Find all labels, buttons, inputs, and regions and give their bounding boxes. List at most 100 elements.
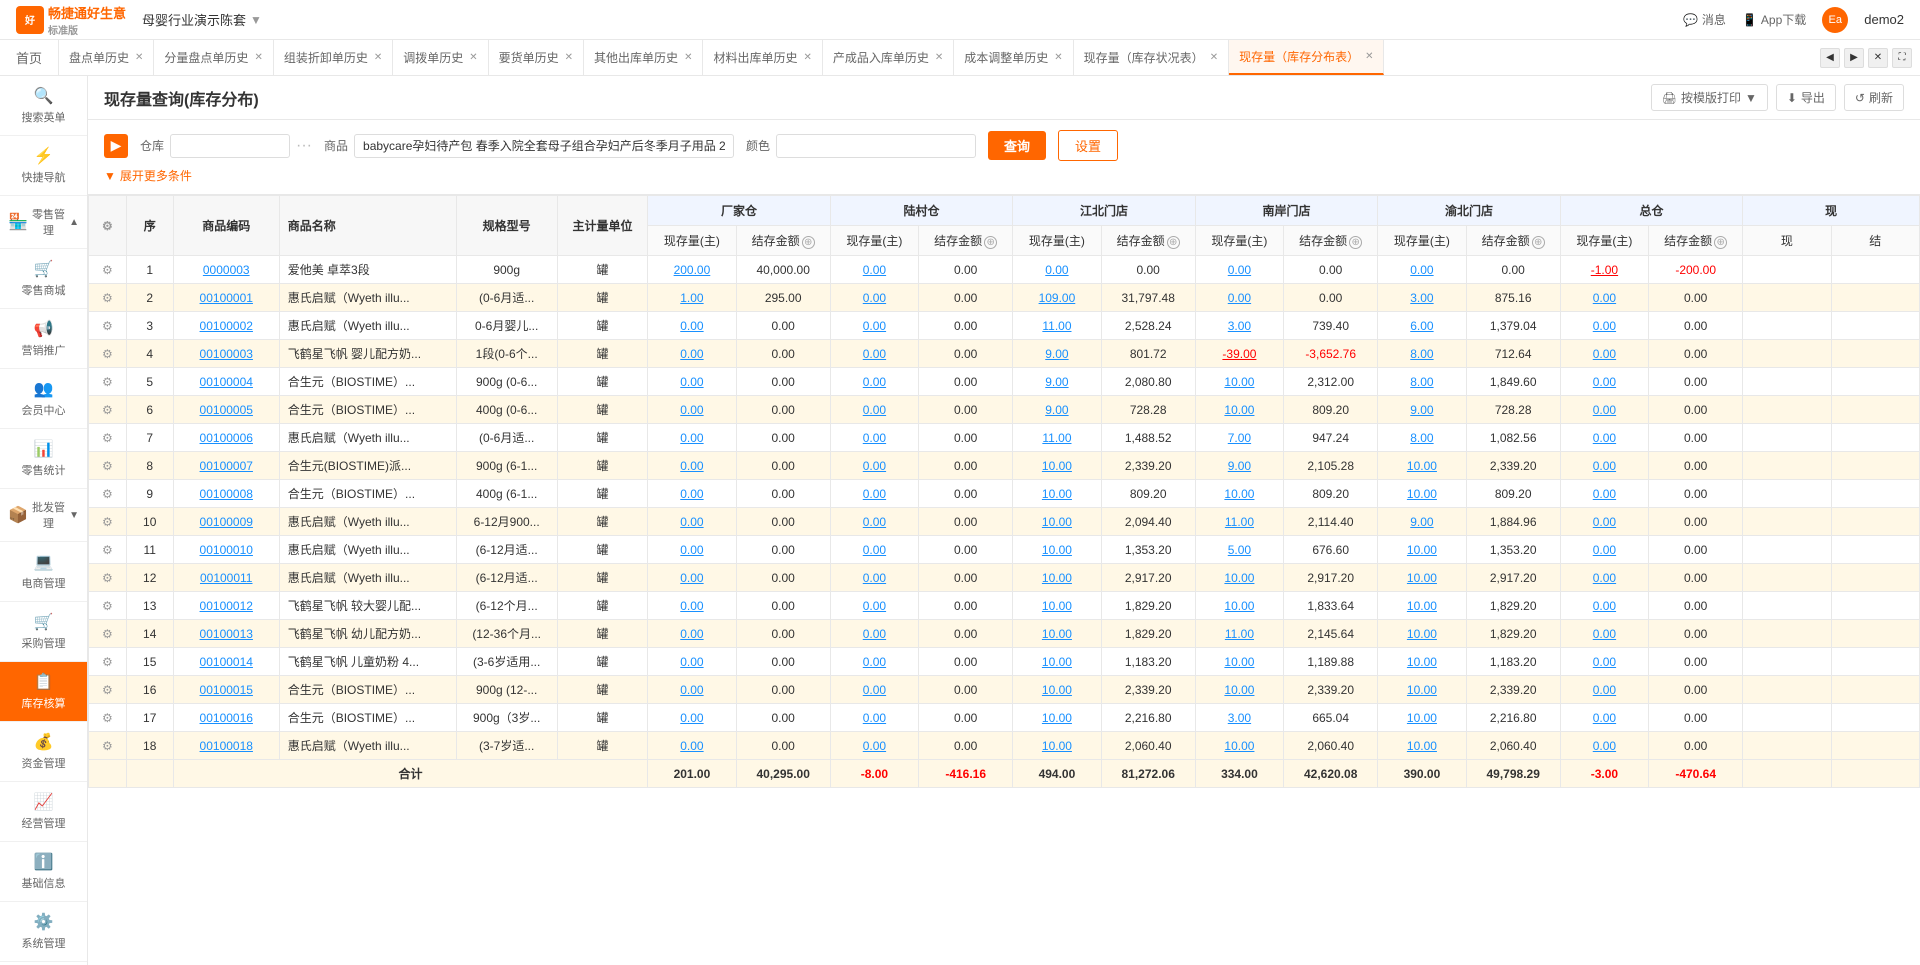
sidebar-item-ecom[interactable]: 💻 电商管理 (0, 542, 87, 602)
sidebar-item-marketing[interactable]: 📢 营销推广 (0, 309, 87, 369)
tab-prev-btn[interactable]: ◀ (1820, 48, 1840, 68)
row-gear-icon[interactable]: ⚙ (102, 711, 113, 725)
tab-expand-btn[interactable]: ⛶ (1892, 48, 1912, 68)
tab-close-icon[interactable]: ✕ (803, 52, 811, 63)
sidebar-item-basic[interactable]: ℹ️ 基础信息 (0, 842, 87, 902)
th-gear[interactable]: ⚙ (89, 196, 127, 256)
td-gear[interactable]: ⚙ (89, 704, 127, 732)
sidebar-item-nav[interactable]: ⚡ 快捷导航 (0, 136, 87, 196)
td-gear[interactable]: ⚙ (89, 256, 127, 284)
row-gear-icon[interactable]: ⚙ (102, 431, 113, 445)
dropdown-icon[interactable]: ▼ (250, 13, 262, 27)
td-gear[interactable]: ⚙ (89, 396, 127, 424)
sidebar-item-member[interactable]: 👥 会员中心 (0, 369, 87, 429)
table-container[interactable]: ⚙ 序 商品编码 商品名称 规格型号 主计量单位 厂家仓 陆村仓 江北门店 南岸… (88, 195, 1920, 965)
sidebar-item-retail-stats[interactable]: 📊 零售统计 (0, 429, 87, 489)
tab-close-all-btn[interactable]: ✕ (1868, 48, 1888, 68)
td-gear[interactable]: ⚙ (89, 368, 127, 396)
tab-close-icon[interactable]: ✕ (565, 52, 573, 63)
goods-input[interactable] (354, 134, 734, 158)
row-gear-icon[interactable]: ⚙ (102, 655, 113, 669)
td-gear[interactable]: ⚙ (89, 592, 127, 620)
tab-close-icon[interactable]: ✕ (1210, 52, 1218, 63)
tab-diaobo[interactable]: 调拨单历史 ✕ (393, 40, 488, 75)
sidebar-item-inventory[interactable]: 📋 库存核算 (0, 662, 87, 722)
tab-qitachu[interactable]: 其他出库单历史 ✕ (584, 40, 703, 75)
row-gear-icon[interactable]: ⚙ (102, 347, 113, 361)
row-gear-icon[interactable]: ⚙ (102, 627, 113, 641)
avatar[interactable]: Ea (1822, 7, 1848, 33)
print-btn[interactable]: 🖨 按模版打印 ▼ (1651, 84, 1768, 111)
tab-zuzhe[interactable]: 组装折卸单历史 ✕ (274, 40, 393, 75)
td-gear[interactable]: ⚙ (89, 284, 127, 312)
tab-xiancun1[interactable]: 现存量（库存状况表） ✕ (1074, 40, 1229, 75)
tab-cailiaochu[interactable]: 材料出库单历史 ✕ (703, 40, 822, 75)
row-gear-icon[interactable]: ⚙ (102, 599, 113, 613)
export-btn[interactable]: ⬇ 导出 (1776, 84, 1836, 111)
sidebar-item-retail-mgmt[interactable]: 🏪 零售管理 ▲ (0, 196, 87, 249)
row-gear-icon[interactable]: ⚙ (102, 459, 113, 473)
total-label: 合计 (173, 760, 648, 788)
sidebar-item-operation[interactable]: 📈 经营管理 (0, 782, 87, 842)
sidebar-item-search[interactable]: 🔍 搜索英单 (0, 76, 87, 136)
td-gear[interactable]: ⚙ (89, 508, 127, 536)
row-gear-icon[interactable]: ⚙ (102, 375, 113, 389)
td-gear[interactable]: ⚙ (89, 676, 127, 704)
tab-close-icon[interactable]: ✕ (684, 52, 692, 63)
tab-xiancun2[interactable]: 现存量（库存分布表） ✕ (1229, 40, 1384, 75)
row-gear-icon[interactable]: ⚙ (102, 739, 113, 753)
td-gear[interactable]: ⚙ (89, 648, 127, 676)
td-gear[interactable]: ⚙ (89, 620, 127, 648)
row-gear-icon[interactable]: ⚙ (102, 571, 113, 585)
tab-yaohuo[interactable]: 要货单历史 ✕ (489, 40, 584, 75)
row-gear-icon[interactable]: ⚙ (102, 683, 113, 697)
tab-chengben[interactable]: 成本调整单历史 ✕ (954, 40, 1073, 75)
td-gear[interactable]: ⚙ (89, 732, 127, 760)
td-gear[interactable]: ⚙ (89, 480, 127, 508)
tab-close-icon[interactable]: ✕ (1365, 51, 1373, 62)
refresh-btn[interactable]: ↺ 刷新 (1844, 84, 1904, 111)
filter-toggle-btn[interactable]: ▶ (104, 134, 128, 158)
expand-more-btn[interactable]: ▼ 展开更多条件 (104, 167, 1904, 184)
tab-close-icon[interactable]: ✕ (254, 52, 262, 63)
tab-next-btn[interactable]: ▶ (1844, 48, 1864, 68)
tab-close-icon[interactable]: ✕ (469, 52, 477, 63)
sidebar-item-purchase[interactable]: 🛒 采购管理 (0, 602, 87, 662)
tab-fenpan[interactable]: 分量盘点单历史 ✕ (154, 40, 273, 75)
gear-icon[interactable]: ⚙ (102, 219, 113, 233)
td-no: 15 (126, 648, 173, 676)
msg-btn[interactable]: 💬 消息 (1683, 11, 1726, 28)
td-gear[interactable]: ⚙ (89, 312, 127, 340)
td-gear[interactable]: ⚙ (89, 536, 127, 564)
td-f1-qty: 0.00 (648, 508, 736, 536)
sidebar-item-system[interactable]: ⚙️ 系统管理 (0, 902, 87, 962)
tab-chengpinru[interactable]: 产成品入库单历史 ✕ (823, 40, 954, 75)
setting-btn[interactable]: 设置 (1058, 130, 1118, 161)
td-gear[interactable]: ⚙ (89, 452, 127, 480)
tab-close-icon[interactable]: ✕ (935, 52, 943, 63)
sidebar-item-finance[interactable]: 💰 资金管理 (0, 722, 87, 782)
warehouse-input[interactable] (170, 134, 290, 158)
tab-home[interactable]: 首页 (0, 40, 59, 75)
row-gear-icon[interactable]: ⚙ (102, 263, 113, 277)
sidebar-item-wholesale[interactable]: 📦 批发管理 ▼ (0, 489, 87, 542)
row-gear-icon[interactable]: ⚙ (102, 543, 113, 557)
query-btn[interactable]: 查询 (988, 131, 1046, 160)
row-gear-icon[interactable]: ⚙ (102, 515, 113, 529)
dropdown-area[interactable]: 母婴行业演示陈套 ▼ (142, 10, 262, 29)
td-f1-amt: 0.00 (736, 480, 830, 508)
row-gear-icon[interactable]: ⚙ (102, 319, 113, 333)
tab-close-icon[interactable]: ✕ (1054, 52, 1062, 63)
tab-close-icon[interactable]: ✕ (135, 52, 143, 63)
tab-close-icon[interactable]: ✕ (374, 52, 382, 63)
app-btn[interactable]: 📱 App下载 (1742, 11, 1806, 28)
sidebar-item-mall[interactable]: 🛒 零售商城 (0, 249, 87, 309)
row-gear-icon[interactable]: ⚙ (102, 487, 113, 501)
td-gear[interactable]: ⚙ (89, 340, 127, 368)
row-gear-icon[interactable]: ⚙ (102, 291, 113, 305)
td-gear[interactable]: ⚙ (89, 564, 127, 592)
color-input[interactable] (776, 134, 976, 158)
row-gear-icon[interactable]: ⚙ (102, 403, 113, 417)
td-gear[interactable]: ⚙ (89, 424, 127, 452)
tab-pandian[interactable]: 盘点单历史 ✕ (59, 40, 154, 75)
